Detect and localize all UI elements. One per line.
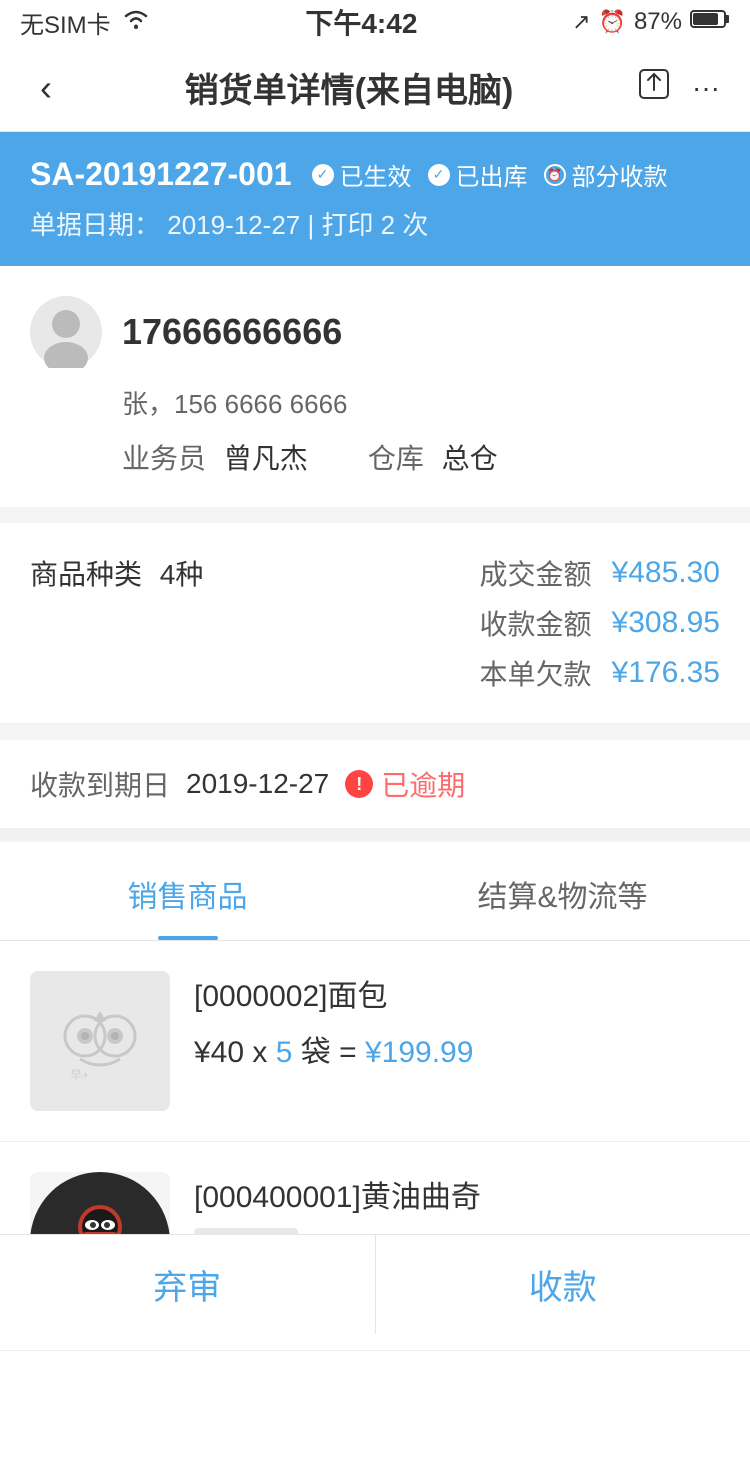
clock-icon: ⏰	[544, 164, 566, 186]
customer-section: 17666666666 张，156 6666 6666 业务员 曾凡杰 仓库 总…	[0, 266, 750, 507]
deal-amount-label: 成交金额	[480, 553, 592, 593]
tab-products[interactable]: 销售商品	[0, 842, 375, 940]
section-gap-2	[0, 828, 750, 840]
carrier-text: 无SIM卡	[20, 5, 111, 40]
svg-text:早+: 早+	[70, 1068, 89, 1081]
order-date-row: 单据日期： 2019-12-27 | 打印 2 次	[30, 205, 720, 242]
battery-icon	[690, 8, 730, 37]
collected-label: 收款金额	[480, 603, 592, 643]
order-header: SA-20191227-001 ✓ 已生效 ✓ 已出库 ⏰ 部分收款 单据日期：…	[0, 132, 750, 266]
product-name-2: [000400001]黄油曲奇	[194, 1172, 720, 1216]
status-bar-left: 无SIM卡	[20, 5, 151, 40]
warehouse-label: 仓库	[368, 443, 424, 474]
date-label: 单据日期：	[30, 210, 160, 240]
stats-section: 商品种类 4种 成交金额 ¥485.30 收款金额 ¥308.95 本单欠款 ¥…	[0, 523, 750, 723]
tabs-row: 销售商品 结算&物流等	[0, 842, 750, 941]
stats-left: 商品种类 4种	[30, 553, 203, 593]
status-shipped: ✓ 已出库	[428, 157, 528, 192]
status-active: ✓ 已生效	[312, 157, 412, 192]
collected-value: ¥308.95	[612, 606, 720, 640]
owed-row: 本单欠款 ¥176.35	[480, 653, 720, 693]
page-title: 销货单详情(来自电脑)	[185, 63, 514, 112]
customer-avatar	[30, 296, 102, 368]
more-button[interactable]: ···	[692, 72, 720, 104]
salesperson-info: 业务员 曾凡杰	[122, 437, 308, 477]
check-icon: ✓	[312, 164, 334, 186]
product-types-count: 4种	[160, 559, 204, 590]
tab-settlement[interactable]: 结算&物流等	[375, 842, 750, 940]
nav-bar: ‹ 销货单详情(来自电脑) ···	[0, 44, 750, 132]
due-date-section: 收款到期日 2019-12-27 ! 已逾期	[0, 740, 750, 828]
deal-amount-row: 成交金额 ¥485.30	[480, 553, 720, 593]
deal-amount-value: ¥485.30	[612, 556, 720, 590]
products-section: 早+ [0000002]面包 ¥40 x 5 袋 = ¥199.99	[0, 941, 750, 1471]
customer-detail: 张，156 6666 6666	[122, 384, 720, 421]
stats-row: 商品种类 4种 成交金额 ¥485.30 收款金额 ¥308.95 本单欠款 ¥…	[30, 553, 720, 693]
salesperson-label: 业务员	[122, 443, 206, 474]
eq-1: =	[339, 1036, 365, 1069]
status-bar: 无SIM卡 下午4:42 ↗ ⏰ 87%	[0, 0, 750, 44]
alarm-icon: ⏰	[599, 9, 626, 35]
wifi-icon	[121, 8, 151, 37]
nav-actions: ···	[636, 66, 720, 109]
tabs-section: 销售商品 结算&物流等	[0, 842, 750, 941]
product-types: 商品种类 4种	[30, 553, 203, 593]
order-header-top: SA-20191227-001 ✓ 已生效 ✓ 已出库 ⏰ 部分收款	[30, 156, 720, 193]
check-icon-2: ✓	[428, 164, 450, 186]
due-date-value: 2019-12-27	[186, 768, 329, 800]
status-badges: ✓ 已生效 ✓ 已出库 ⏰ 部分收款	[312, 157, 668, 192]
stats-right: 成交金额 ¥485.30 收款金额 ¥308.95 本单欠款 ¥176.35	[480, 553, 720, 693]
location-icon: ↗	[572, 9, 590, 35]
product-price-1: ¥40 x 5 袋 = ¥199.99	[194, 1027, 720, 1071]
product-name-1: [0000002]面包	[194, 971, 720, 1015]
total-1: ¥199.99	[365, 1036, 473, 1069]
bottom-bar: 弃审 收款	[0, 1234, 750, 1334]
owed-value: ¥176.35	[612, 656, 720, 690]
customer-row: 17666666666	[30, 296, 720, 368]
customer-meta: 业务员 曾凡杰 仓库 总仓	[122, 437, 720, 477]
cancel-review-button[interactable]: 弃审	[0, 1235, 376, 1334]
times-1: x	[252, 1036, 275, 1069]
overdue-badge: ! 已逾期	[345, 764, 465, 804]
product-info-1: [0000002]面包 ¥40 x 5 袋 = ¥199.99	[194, 971, 720, 1071]
print-info: | 打印 2 次	[307, 210, 428, 240]
owed-label: 本单欠款	[480, 653, 592, 693]
battery-text: 87%	[634, 8, 682, 36]
salesperson-value: 曾凡杰	[224, 443, 308, 474]
status-partial: ⏰ 部分收款	[544, 157, 668, 192]
unit-1: 袋	[301, 1036, 331, 1069]
warehouse-value: 总仓	[442, 443, 498, 474]
overdue-text: 已逾期	[381, 764, 465, 804]
share-button[interactable]	[636, 66, 672, 109]
status-bar-right: ↗ ⏰ 87%	[572, 8, 730, 37]
collected-row: 收款金额 ¥308.95	[480, 603, 720, 643]
bottom-spacer	[0, 1351, 750, 1471]
section-divider-1	[0, 507, 750, 523]
unit-price-1: ¥40	[194, 1036, 244, 1069]
overdue-icon: !	[345, 770, 373, 798]
status-time: 下午4:42	[305, 2, 417, 42]
order-id: SA-20191227-001	[30, 156, 292, 193]
order-date: 2019-12-27	[167, 210, 300, 240]
customer-name: 17666666666	[122, 311, 342, 353]
warehouse-info: 仓库 总仓	[368, 437, 498, 477]
collect-button[interactable]: 收款	[376, 1235, 750, 1334]
back-button[interactable]: ‹	[30, 57, 62, 119]
due-date-label: 收款到期日	[30, 764, 170, 804]
product-types-label: 商品种类	[30, 559, 142, 590]
product-item-1: 早+ [0000002]面包 ¥40 x 5 袋 = ¥199.99	[0, 941, 750, 1142]
product-thumb-1: 早+	[30, 971, 170, 1111]
qty-1: 5	[276, 1036, 293, 1069]
section-gap	[0, 724, 750, 740]
